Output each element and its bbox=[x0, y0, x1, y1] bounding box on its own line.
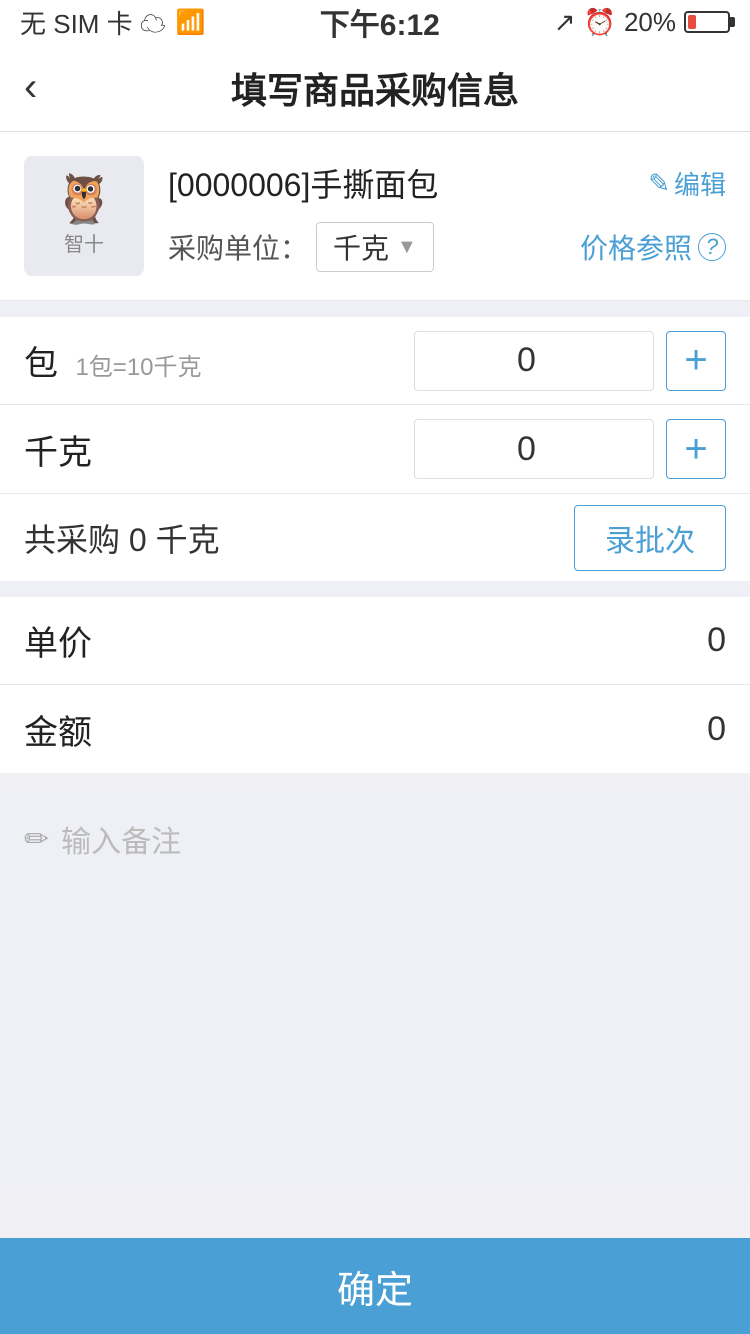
confirm-button[interactable]: 确定 bbox=[0, 1238, 750, 1334]
unit-select[interactable]: 千克 ▼ bbox=[316, 222, 434, 272]
bao-input[interactable] bbox=[414, 331, 654, 391]
unit-row: 采购单位： 千克 ▼ 价格参照 ? bbox=[168, 222, 726, 272]
bao-plus-button[interactable]: + bbox=[666, 331, 726, 391]
bao-sub-label: 1包=10千克 bbox=[75, 354, 201, 381]
back-button[interactable]: ‹ bbox=[24, 65, 37, 110]
edit-icon: ✎ bbox=[648, 168, 670, 199]
wifi-icon: 📶 bbox=[176, 8, 206, 37]
bao-label: 包 1包=10千克 bbox=[24, 336, 202, 385]
unit-price-row: 单价 0 bbox=[0, 597, 750, 685]
content-area bbox=[0, 889, 750, 1189]
kg-label: 千克 bbox=[24, 425, 92, 474]
nav-bar: ‹ 填写商品采购信息 bbox=[0, 44, 750, 132]
dropdown-arrow-icon: ▼ bbox=[397, 236, 417, 259]
sim-text: 无 SIM 卡 ☁ bbox=[20, 4, 166, 41]
owl-logo: 🦉 bbox=[54, 176, 114, 224]
section-divider-2 bbox=[0, 581, 750, 597]
battery-icon bbox=[684, 11, 730, 33]
alarm-icon: ⏰ bbox=[584, 7, 616, 38]
page-title: 填写商品采购信息 bbox=[231, 62, 519, 114]
amount-label: 金额 bbox=[24, 705, 92, 754]
unit-price-label: 单价 bbox=[24, 616, 92, 665]
unit-label: 采购单位： bbox=[168, 227, 308, 267]
product-image: 🦉 智十 bbox=[24, 156, 144, 276]
section-divider-1 bbox=[0, 301, 750, 317]
record-batch-button[interactable]: 录批次 bbox=[574, 505, 726, 571]
brand-label: 智十 bbox=[64, 228, 104, 257]
product-info: [0000006]手撕面包 ✎ 编辑 采购单位： 千克 ▼ 价格参照 ? bbox=[168, 160, 726, 272]
battery-percent: 20% bbox=[624, 7, 676, 38]
help-icon: ? bbox=[698, 233, 726, 261]
status-bar: 无 SIM 卡 ☁ 📶 下午6:12 ↗ ⏰ 20% bbox=[0, 0, 750, 44]
price-ref-label: 价格参照 bbox=[580, 227, 692, 267]
status-left: 无 SIM 卡 ☁ 📶 bbox=[20, 4, 206, 41]
kg-input[interactable] bbox=[414, 419, 654, 479]
remark-section[interactable]: ✏ 输入备注 bbox=[0, 789, 750, 889]
product-name-row: [0000006]手撕面包 ✎ 编辑 bbox=[168, 160, 726, 206]
price-ref-button[interactable]: 价格参照 ? bbox=[580, 227, 726, 267]
price-section: 单价 0 金额 0 bbox=[0, 597, 750, 773]
pencil-icon: ✏ bbox=[24, 822, 49, 857]
edit-button[interactable]: ✎ 编辑 bbox=[648, 165, 726, 202]
amount-row: 金额 0 bbox=[0, 685, 750, 773]
unit-value: 千克 bbox=[333, 227, 389, 267]
unit-price-value: 0 bbox=[707, 621, 726, 660]
bao-row: 包 1包=10千克 + bbox=[0, 317, 750, 405]
status-time: 下午6:12 bbox=[320, 0, 440, 44]
edit-label: 编辑 bbox=[674, 165, 726, 202]
summary-text: 共采购 0 千克 bbox=[24, 515, 220, 561]
location-icon: ↗ bbox=[554, 7, 576, 38]
product-card: 🦉 智十 [0000006]手撕面包 ✎ 编辑 采购单位： 千克 ▼ 价格参照 bbox=[0, 132, 750, 301]
status-right: ↗ ⏰ 20% bbox=[554, 7, 730, 38]
amount-value: 0 bbox=[707, 710, 726, 749]
summary-row: 共采购 0 千克 录批次 bbox=[0, 493, 750, 581]
kg-plus-button[interactable]: + bbox=[666, 419, 726, 479]
quantity-section: 包 1包=10千克 + 千克 + bbox=[0, 317, 750, 493]
remark-input[interactable]: 输入备注 bbox=[61, 817, 181, 861]
product-name: [0000006]手撕面包 bbox=[168, 160, 438, 206]
battery-fill bbox=[688, 15, 696, 29]
kg-row: 千克 + bbox=[0, 405, 750, 493]
